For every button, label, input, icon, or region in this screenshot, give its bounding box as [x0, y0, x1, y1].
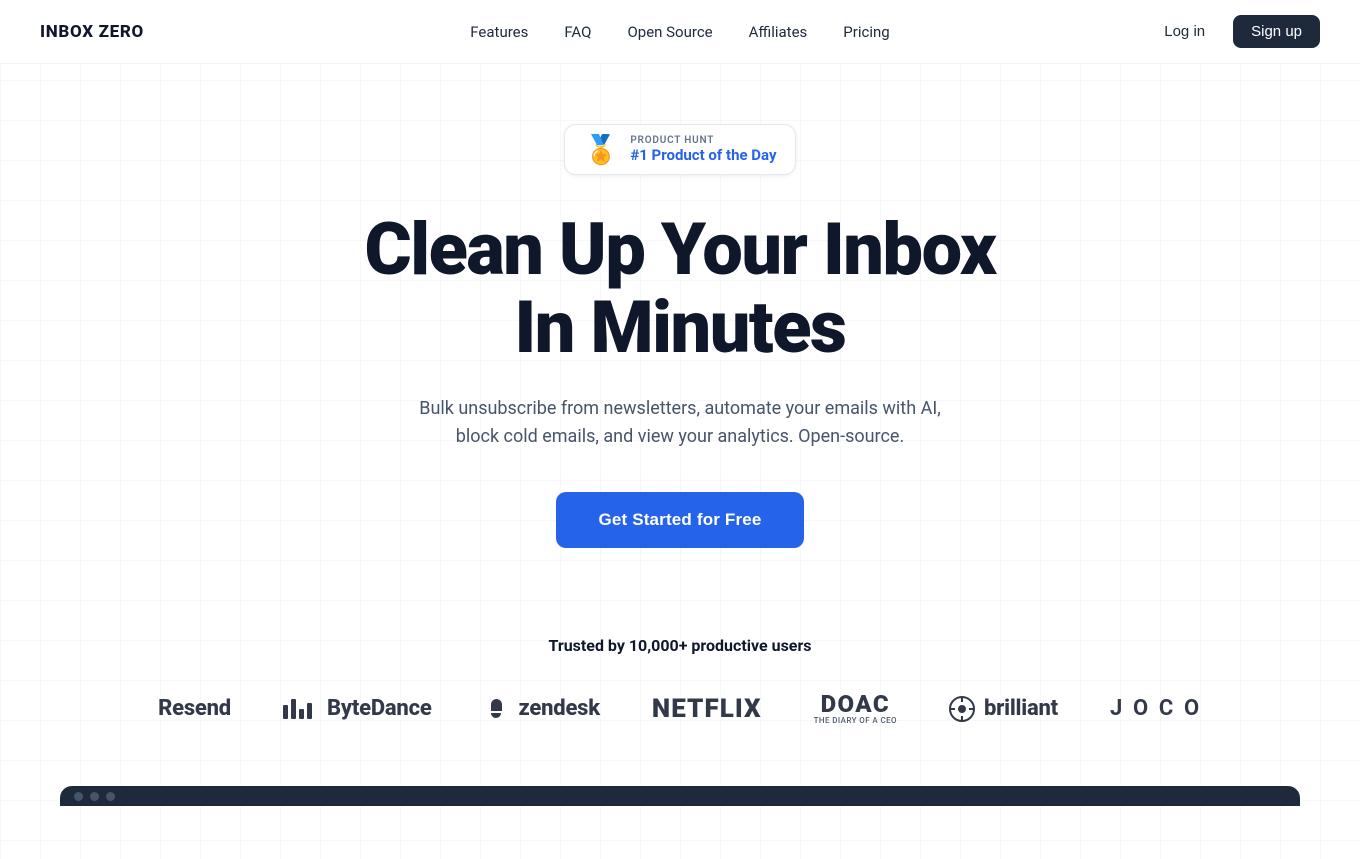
- nav-link-features[interactable]: Features: [470, 23, 528, 41]
- logo-zendesk: zendesk: [484, 696, 600, 722]
- medal-icon: 🏅: [583, 136, 618, 164]
- nav-link-opensource[interactable]: Open Source: [627, 23, 712, 41]
- dot-1: [74, 792, 83, 801]
- hero-heading-line1: Clean Up Your Inbox: [364, 207, 995, 292]
- joco-logo-text: J O C O: [1110, 696, 1202, 721]
- trusted-section: Trusted by 10,000+ productive users Rese…: [0, 588, 1360, 766]
- brilliant-icon: [949, 696, 975, 722]
- logo[interactable]: INBOX ZERO: [40, 22, 144, 42]
- signup-button[interactable]: Sign up: [1233, 15, 1320, 48]
- doac-main-text: DOAC: [821, 691, 890, 717]
- nav-link-faq[interactable]: FAQ: [564, 23, 591, 41]
- logo-bytedance: ByteDance: [283, 696, 432, 721]
- logos-row: Resend ByteDance zendesk: [80, 691, 1280, 726]
- nav-links: Features FAQ Open Source Affiliates Pric…: [470, 23, 889, 41]
- bytedance-logo-text: ByteDance: [327, 696, 432, 721]
- hero-heading: Clean Up Your Inbox In Minutes: [364, 211, 995, 367]
- zendesk-icon: [484, 696, 510, 722]
- cta-button[interactable]: Get Started for Free: [556, 492, 803, 548]
- hero-heading-line2: In Minutes: [514, 285, 845, 370]
- nav-link-pricing[interactable]: Pricing: [843, 23, 889, 41]
- hero-subtext: Bulk unsubscribe from newsletters, autom…: [400, 395, 960, 453]
- brilliant-logo-text: brilliant: [984, 696, 1058, 721]
- bytedance-icon: [283, 699, 312, 719]
- zendesk-logo-text: zendesk: [519, 696, 600, 721]
- nav-link-affiliates[interactable]: Affiliates: [749, 23, 808, 41]
- logo-joco: J O C O: [1110, 696, 1202, 721]
- badge-text: PRODUCT HUNT #1 Product of the Day: [630, 135, 776, 164]
- hero-section: 🏅 PRODUCT HUNT #1 Product of the Day Cle…: [0, 64, 1360, 588]
- trusted-label: Trusted by 10,000+ productive users: [548, 636, 811, 655]
- login-button[interactable]: Log in: [1152, 17, 1217, 46]
- bottom-preview: [0, 766, 1360, 806]
- logo-doac: DOAC THE DIARY OF A CEO: [814, 691, 897, 726]
- doac-sub-text: THE DIARY OF A CEO: [814, 717, 897, 726]
- netflix-logo-text: NETFLIX: [652, 694, 762, 724]
- doac-logo-text: DOAC THE DIARY OF A CEO: [814, 691, 897, 726]
- navbar: INBOX ZERO Features FAQ Open Source Affi…: [0, 0, 1360, 64]
- dot-3: [106, 792, 115, 801]
- logo-netflix: NETFLIX: [652, 694, 762, 724]
- nav-auth: Log in Sign up: [1152, 15, 1320, 48]
- logo-resend: Resend: [158, 696, 231, 721]
- resend-logo-text: Resend: [158, 696, 231, 721]
- product-hunt-badge[interactable]: 🏅 PRODUCT HUNT #1 Product of the Day: [564, 124, 795, 175]
- badge-title: #1 Product of the Day: [630, 146, 776, 164]
- app-preview-bar: [60, 786, 1300, 806]
- dot-2: [90, 792, 99, 801]
- logo-brilliant: brilliant: [949, 696, 1058, 722]
- badge-label: PRODUCT HUNT: [630, 135, 714, 146]
